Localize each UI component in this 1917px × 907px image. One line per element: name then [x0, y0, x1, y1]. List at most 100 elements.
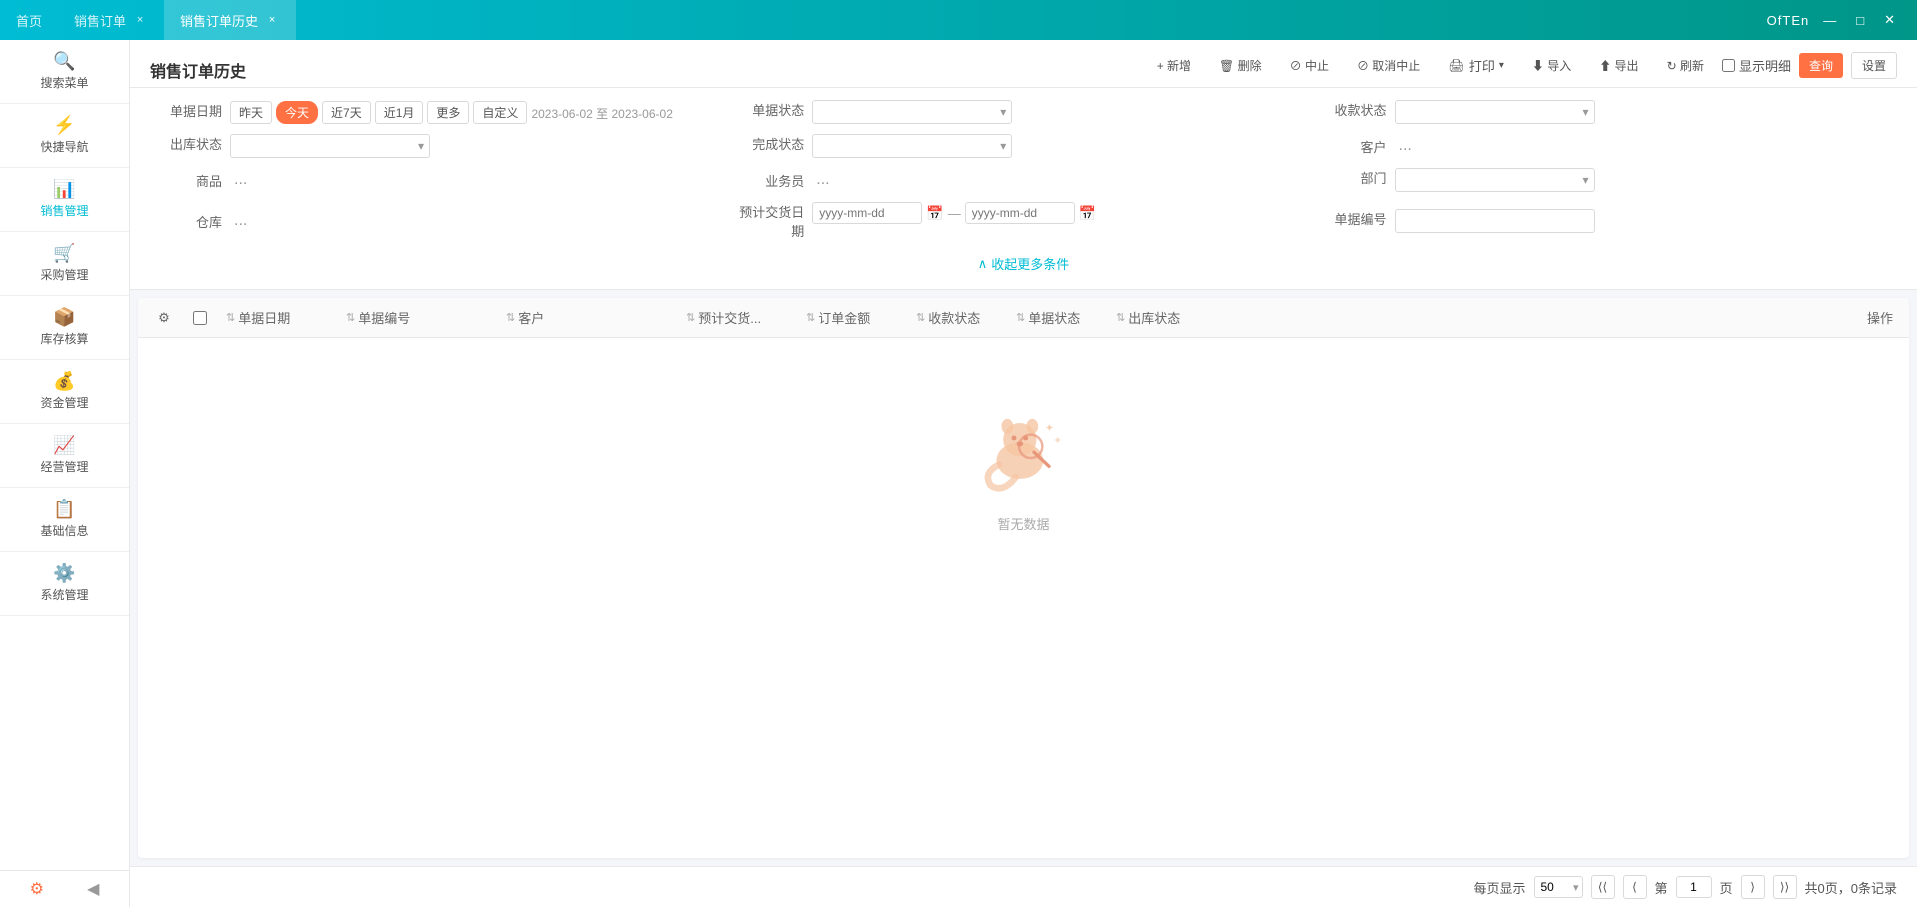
sidebar-settings-icon[interactable]: ⚙: [30, 879, 44, 899]
sales-icon: 📊: [53, 180, 75, 198]
cancel-stop-button[interactable]: ⊘ 取消中止: [1347, 53, 1430, 78]
th-doc-status[interactable]: ⇅ 单据状态: [1008, 308, 1108, 327]
import-button[interactable]: ⬇ 导入: [1522, 53, 1581, 78]
sidebar-item-sales[interactable]: 📊 销售管理: [0, 168, 129, 232]
th-settings[interactable]: ⚙: [146, 310, 182, 326]
filter-group-out-status: 出库状态: [150, 134, 722, 158]
close-btn[interactable]: ✕: [1878, 12, 1901, 28]
warehouse-dots[interactable]: ...: [230, 212, 251, 230]
complete-status-select[interactable]: [812, 134, 1012, 158]
sidebar-item-system[interactable]: ⚙️ 系统管理: [0, 552, 129, 616]
new-button[interactable]: + 新增: [1147, 53, 1201, 78]
date-btn-7days[interactable]: 近7天: [322, 101, 371, 124]
page-input[interactable]: [1676, 876, 1712, 898]
select-all-checkbox[interactable]: [193, 311, 207, 325]
sidebar-collapse-icon[interactable]: ◀: [87, 879, 99, 899]
page-title: 销售订单历史: [150, 58, 246, 82]
display-checkbox[interactable]: [1722, 59, 1735, 72]
maximize-btn[interactable]: □: [1850, 13, 1870, 28]
th-payment-status-label: 收款状态: [928, 308, 980, 327]
filter-row-3: 商品 ... 业务员 ... 部门: [150, 168, 1897, 192]
th-payment-status[interactable]: ⇅ 收款状态: [908, 308, 1008, 327]
date-btn-custom[interactable]: 自定义: [473, 101, 527, 124]
doc-no-input[interactable]: [1395, 209, 1595, 233]
tab-sales-order-history-label: 销售订单历史: [180, 11, 258, 30]
th-checkbox[interactable]: [182, 311, 218, 325]
department-select[interactable]: [1395, 168, 1595, 192]
tab-sales-order-close[interactable]: ×: [132, 12, 148, 28]
customer-dots[interactable]: ...: [1395, 137, 1416, 155]
filter-group-complete-status: 完成状态: [732, 134, 1304, 158]
tab-home[interactable]: 首页: [0, 0, 58, 40]
th-customer[interactable]: ⇅ 客户: [498, 308, 678, 327]
salesperson-label: 业务员: [732, 171, 812, 190]
sidebar-item-inventory[interactable]: 📦 库存核算: [0, 296, 129, 360]
delivery-date-start-cal[interactable]: 📅: [926, 205, 943, 222]
sidebar-item-operations[interactable]: 📈 经营管理: [0, 424, 129, 488]
sidebar-item-finance[interactable]: 💰 资金管理: [0, 360, 129, 424]
date-btn-yesterday[interactable]: 昨天: [230, 101, 272, 124]
salesperson-dots[interactable]: ...: [812, 171, 833, 189]
th-doc-date-label: 单据日期: [238, 308, 290, 327]
doc-status-select[interactable]: [812, 100, 1012, 124]
sidebar-bottom: ⚙ ◀: [0, 870, 129, 907]
tab-home-label: 首页: [16, 11, 42, 30]
payment-status-control: [1395, 100, 1887, 124]
content-area: 销售订单历史 + 新增 🗑 删除 ⊘ 中止 ⊘ 取消中止 🖨 打印 ▾ ⬇ 导入…: [130, 40, 1917, 907]
stop-button[interactable]: ⊘ 中止: [1280, 53, 1339, 78]
filter-group-doc-no: 单据编号: [1315, 209, 1887, 233]
per-page-select[interactable]: 50 10 20 100: [1534, 876, 1583, 898]
window-controls: OfTEn — □ ✕: [1767, 12, 1917, 28]
query-button[interactable]: 查询: [1799, 53, 1843, 78]
out-status-control: [230, 134, 722, 158]
payment-status-select[interactable]: [1395, 100, 1595, 124]
export-button[interactable]: ⬆ 导出: [1589, 53, 1648, 78]
th-order-amount[interactable]: ⇅ 订单金额: [798, 308, 908, 327]
sidebar: 🔍 搜索菜单 ⚡ 快捷导航 📊 销售管理 🛒 采购管理 📦 库存核算 💰 资金管…: [0, 40, 130, 907]
sidebar-item-basic[interactable]: 📋 基础信息: [0, 488, 129, 552]
out-status-select[interactable]: [230, 134, 430, 158]
sidebar-sales-label: 销售管理: [40, 202, 88, 219]
prev-page-btn[interactable]: ⟨: [1623, 875, 1647, 899]
th-out-status[interactable]: ⇅ 出库状态: [1108, 308, 1208, 327]
tab-sales-order-history[interactable]: 销售订单历史 ×: [164, 0, 296, 40]
refresh-button[interactable]: ↻ 刷新: [1657, 53, 1714, 78]
delivery-date-end-input[interactable]: [965, 202, 1075, 224]
th-doc-status-label: 单据状态: [1028, 308, 1080, 327]
customer-label: 客户: [1315, 137, 1395, 156]
out-status-select-wrap: [230, 134, 430, 158]
date-btn-more[interactable]: 更多: [427, 101, 469, 124]
collapse-bar[interactable]: ∧ 收起更多条件: [150, 250, 1897, 277]
delivery-date-end-cal[interactable]: 📅: [1079, 205, 1096, 222]
th-doc-date[interactable]: ⇅ 单据日期: [218, 308, 338, 327]
goods-dots[interactable]: ...: [230, 171, 251, 189]
th-order-amount-label: 订单金额: [818, 308, 870, 327]
th-delivery-date[interactable]: ⇅ 预计交货...: [678, 308, 798, 327]
delivery-date-start-input[interactable]: [812, 202, 922, 224]
empty-text: 暂无数据: [997, 514, 1049, 533]
date-btn-1month[interactable]: 近1月: [375, 101, 424, 124]
next-page-btn[interactable]: ⟩: [1741, 875, 1765, 899]
filter-row-4: 仓库 ... 预计交货日期 📅 — 📅 单据编号: [150, 202, 1897, 240]
minimize-btn[interactable]: —: [1817, 13, 1842, 28]
warehouse-label: 仓库: [150, 212, 230, 231]
delete-button[interactable]: 🗑 删除: [1209, 53, 1272, 78]
th-doc-no[interactable]: ⇅ 单据编号: [338, 308, 498, 327]
sidebar-item-quick-nav[interactable]: ⚡ 快捷导航: [0, 104, 129, 168]
doc-date-label: 单据日期: [150, 101, 230, 120]
doc-date-control: 昨天 今天 近7天 近1月 更多 自定义 2023-06-02 至 2023-0…: [230, 101, 722, 124]
total-text: 共0页，0条记录: [1805, 878, 1897, 897]
first-page-btn[interactable]: ⟨⟨: [1591, 875, 1615, 899]
tab-sales-order[interactable]: 销售订单 ×: [58, 0, 164, 40]
sidebar-item-purchase[interactable]: 🛒 采购管理: [0, 232, 129, 296]
table-area: ⚙ ⇅ 单据日期 ⇅ 单据编号 ⇅ 客户 ⇅: [138, 298, 1909, 858]
last-page-btn[interactable]: ⟩⟩: [1773, 875, 1797, 899]
tab-bar: 首页 销售订单 × 销售订单历史 ×: [0, 0, 1767, 40]
print-button[interactable]: 🖨 打印 ▾: [1438, 52, 1514, 79]
date-range-text: 2023-06-02 至 2023-06-02: [531, 107, 672, 121]
settings-button[interactable]: 设置: [1851, 52, 1897, 79]
date-btn-today[interactable]: 今天: [276, 101, 318, 124]
tab-sales-order-history-close[interactable]: ×: [264, 12, 280, 28]
sidebar-item-search-menu[interactable]: 🔍 搜索菜单: [0, 40, 129, 104]
display-toggle[interactable]: 显示明细: [1722, 56, 1791, 75]
